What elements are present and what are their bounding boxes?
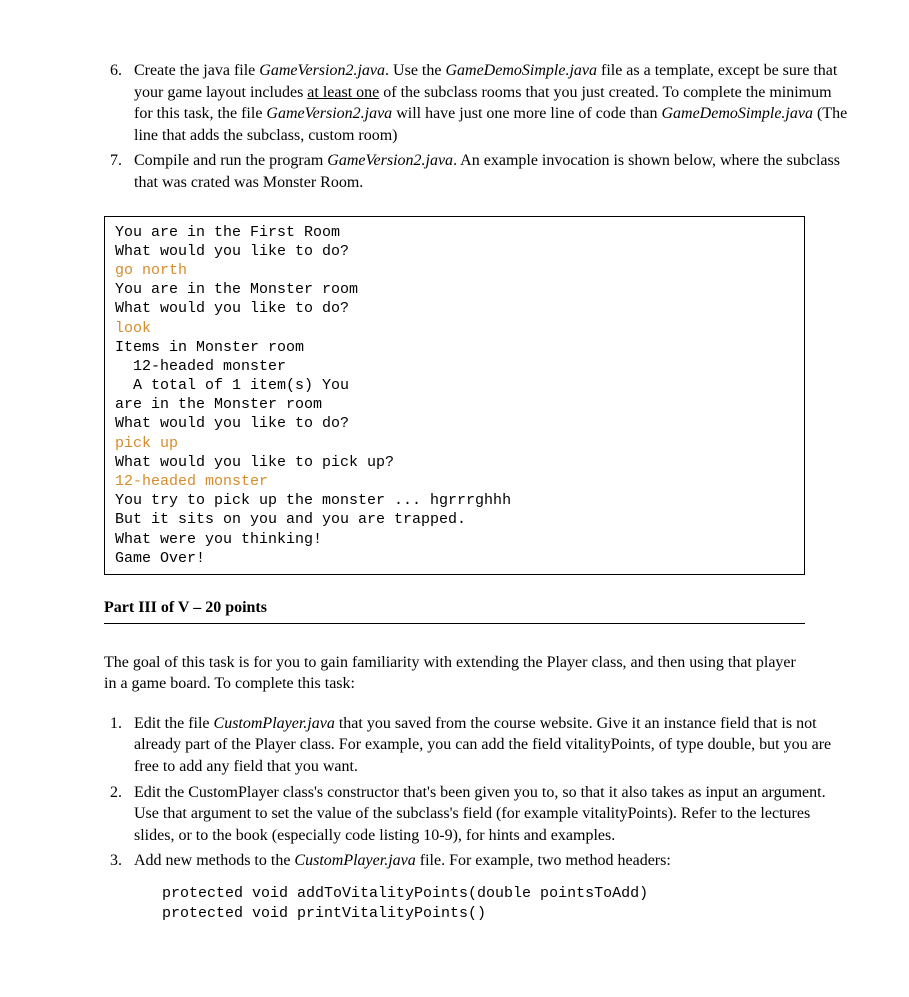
code-line: You are in the Monster room xyxy=(115,280,794,299)
list-item-b3-text: Add new methods to the CustomPlayer.java… xyxy=(134,852,849,924)
code-line: What would you like to do? xyxy=(115,414,794,433)
intro-paragraph: The goal of this task is for you to gain… xyxy=(104,652,805,695)
bottom-ordered-list: Edit the file CustomPlayer.java that you… xyxy=(60,713,849,925)
list-item-7: Compile and run the program GameVersion2… xyxy=(126,150,849,193)
top-ordered-list: Create the java file GameVersion2.java. … xyxy=(60,60,849,194)
section-heading: Part III of V – 20 points xyxy=(104,597,805,619)
list-item-b2-text: Edit the CustomPlayer class's constructo… xyxy=(134,784,826,844)
list-item-7-text: Compile and run the program GameVersion2… xyxy=(134,152,840,191)
code-line: are in the Monster room xyxy=(115,395,794,414)
code-line: Items in Monster room xyxy=(115,338,794,357)
document-page: Create the java file GameVersion2.java. … xyxy=(0,0,909,986)
list-item-6-text: Create the java file GameVersion2.java. … xyxy=(134,62,847,144)
list-item-b1: Edit the file CustomPlayer.java that you… xyxy=(126,713,849,778)
section-divider xyxy=(104,623,805,624)
code-line: 12-headed monster xyxy=(115,357,794,376)
code-line: What would you like to do? xyxy=(115,299,794,318)
code-line: What were you thinking! xyxy=(115,530,794,549)
code-line: look xyxy=(115,319,794,338)
code-line: A total of 1 item(s) You xyxy=(115,376,794,395)
code-output-box: You are in the First RoomWhat would you … xyxy=(104,216,805,575)
code-line: 12-headed monster xyxy=(115,472,794,491)
list-item-b1-text: Edit the file CustomPlayer.java that you… xyxy=(134,715,831,775)
list-item-b2: Edit the CustomPlayer class's constructo… xyxy=(126,782,849,847)
code-line: You try to pick up the monster ... hgrrr… xyxy=(115,491,794,510)
code-line: pick up xyxy=(115,434,794,453)
code-line: What would you like to do? xyxy=(115,242,794,261)
code-line: What would you like to pick up? xyxy=(115,453,794,472)
code-line: go north xyxy=(115,261,794,280)
list-item-b3: Add new methods to the CustomPlayer.java… xyxy=(126,850,849,924)
code-line: But it sits on you and you are trapped. xyxy=(115,510,794,529)
code-line: Game Over! xyxy=(115,549,794,568)
list-item-6: Create the java file GameVersion2.java. … xyxy=(126,60,849,146)
code-line: You are in the First Room xyxy=(115,223,794,242)
